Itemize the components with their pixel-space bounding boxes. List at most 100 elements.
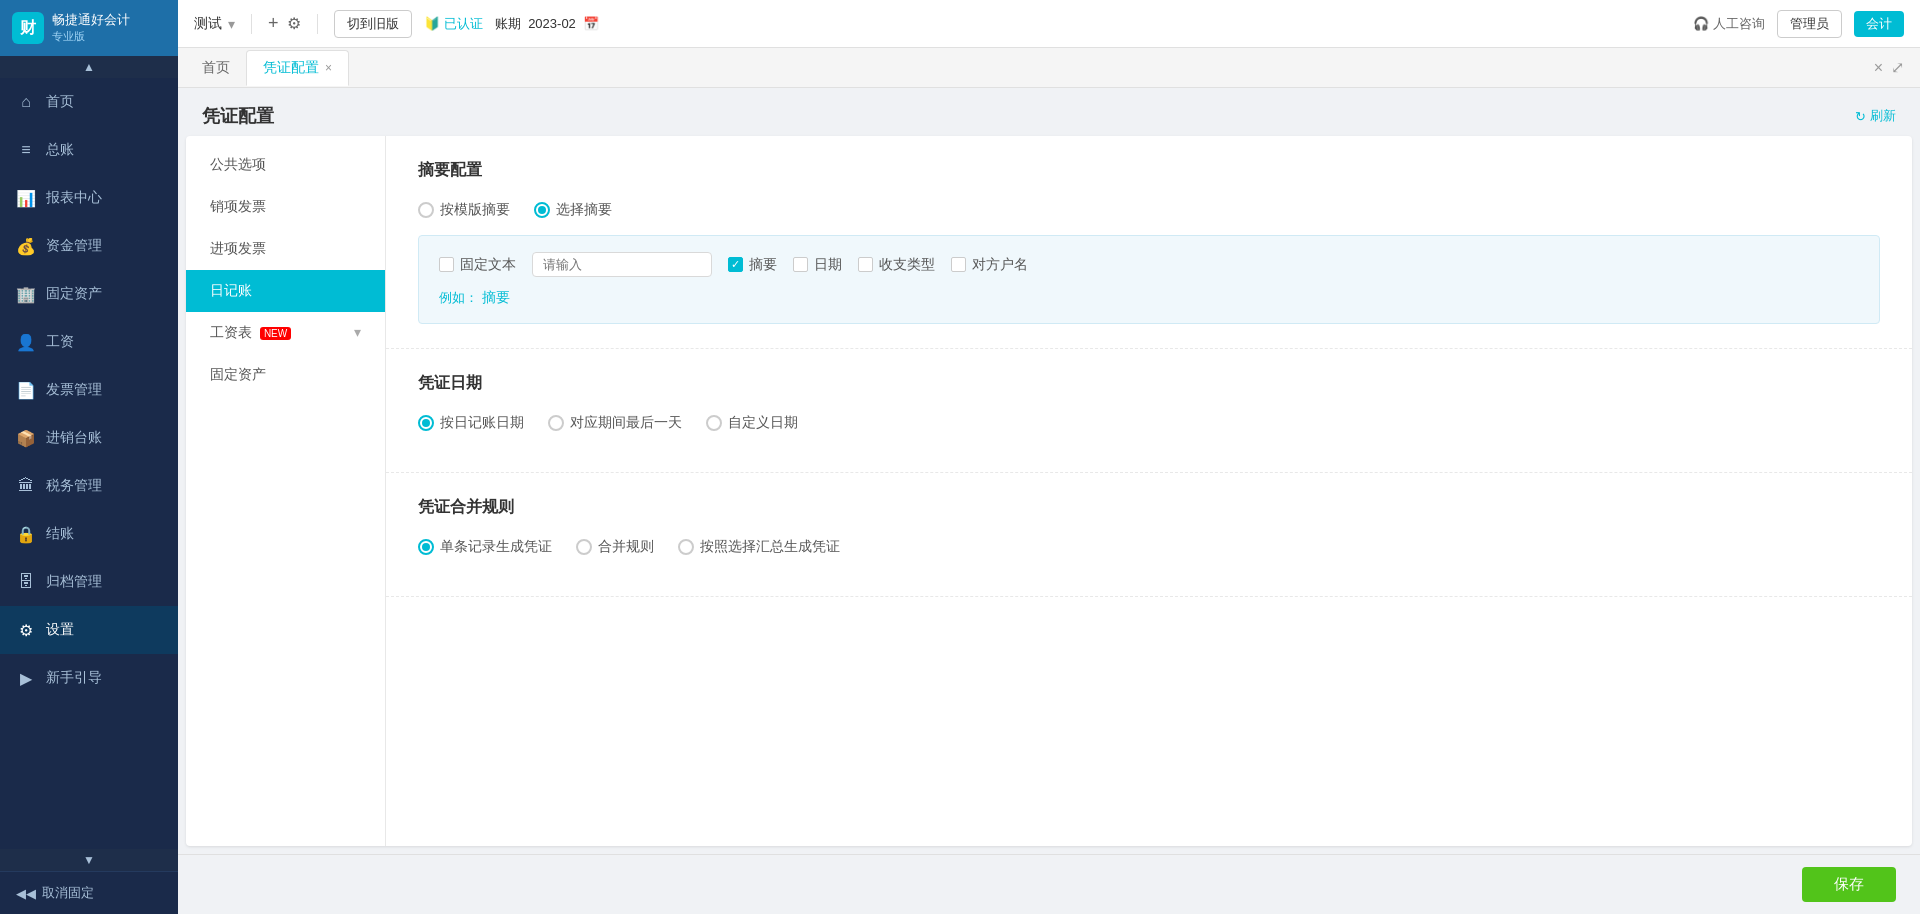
- certified-icon: 🔰: [424, 16, 440, 31]
- assets-icon: 🏢: [16, 284, 36, 304]
- checkbox-income-type[interactable]: 收支类型: [858, 256, 935, 274]
- leftnav-public[interactable]: 公共选项: [186, 144, 385, 186]
- reports-icon: 📊: [16, 188, 36, 208]
- date-radio-journal[interactable]: 按日记账日期: [418, 414, 524, 432]
- sidebar-item-assets[interactable]: 🏢 固定资产: [0, 270, 178, 318]
- topbar-right: 🎧 人工咨询 管理员 会计: [1693, 10, 1904, 38]
- switch-old-version-btn[interactable]: 切到旧版: [334, 10, 412, 38]
- sidebar-scroll-up[interactable]: ▲: [0, 56, 178, 78]
- logo-icon: 财: [12, 12, 44, 44]
- radio-rule-circle: [576, 539, 592, 555]
- page-title: 凭证配置: [202, 104, 274, 128]
- date-radio-period-last[interactable]: 对应期间最后一天: [548, 414, 682, 432]
- add-workspace-btn[interactable]: +: [268, 13, 279, 34]
- period-display: 账期 2023-02 📅: [495, 15, 600, 33]
- summary-radio-template[interactable]: 按模版摘要: [418, 201, 510, 219]
- merge-section: 凭证合并规则 单条记录生成凭证 合并规则 按照选择汇总生成凭证: [386, 473, 1912, 597]
- pin-icon: ◀◀: [16, 886, 36, 901]
- sidebar-item-settings[interactable]: ⚙ 设置: [0, 606, 178, 654]
- workspace-selector[interactable]: 测试 ▾: [194, 15, 235, 33]
- save-btn[interactable]: 保存: [1802, 867, 1896, 902]
- topbar-settings-btn[interactable]: ⚙: [287, 14, 301, 33]
- refresh-btn[interactable]: ↻ 刷新: [1855, 107, 1896, 125]
- tab-home[interactable]: 首页: [186, 51, 246, 85]
- sidebar: 财 畅捷通好会计 专业版 ▲ ⌂ 首页 ≡ 总账 📊 报表中心 💰 资金管理 🏢…: [0, 0, 178, 914]
- summary-config-row: 固定文本 摘要 日期: [439, 252, 1859, 277]
- leftnav-fixed-assets[interactable]: 固定资产: [186, 354, 385, 396]
- sidebar-item-archive[interactable]: 🗄 归档管理: [0, 558, 178, 606]
- help-btn[interactable]: 🎧 人工咨询: [1693, 15, 1765, 33]
- user-btn[interactable]: 管理员: [1777, 10, 1842, 38]
- left-nav: 公共选项 销项发票 进项发票 日记账 工资表 NEW ▾ 固定资产: [186, 136, 386, 846]
- checkbox-fixed-text-box: [439, 257, 454, 272]
- merge-radio-single[interactable]: 单条记录生成凭证: [418, 538, 552, 556]
- sidebar-item-reports[interactable]: 📊 报表中心: [0, 174, 178, 222]
- radio-select-summary-circle: [678, 539, 694, 555]
- radio-journal-circle: [418, 415, 434, 431]
- radio-period-last-circle: [548, 415, 564, 431]
- home-icon: ⌂: [16, 92, 36, 112]
- fullscreen-btn[interactable]: ⤢: [1891, 58, 1904, 77]
- merge-title: 凭证合并规则: [418, 497, 1880, 518]
- radio-single-circle: [418, 539, 434, 555]
- calendar-icon[interactable]: 📅: [583, 16, 599, 31]
- leftnav-sales-invoice[interactable]: 销项发票: [186, 186, 385, 228]
- logo-text: 畅捷通好会计: [52, 12, 130, 29]
- invoice-icon: 📄: [16, 380, 36, 400]
- leftnav-payroll[interactable]: 工资表 NEW ▾: [186, 312, 385, 354]
- workspace-dropdown-icon: ▾: [228, 16, 235, 32]
- checkbox-summary-box: [728, 257, 743, 272]
- close-tab-btn[interactable]: ×: [1874, 59, 1883, 77]
- payroll-arrow-icon: ▾: [354, 324, 361, 340]
- topbar-divider-1: [251, 14, 252, 34]
- sidebar-item-close[interactable]: 🔒 结账: [0, 510, 178, 558]
- ledger-icon: ≡: [16, 140, 36, 160]
- settings-icon: ⚙: [16, 620, 36, 640]
- leftnav-purchase-invoice[interactable]: 进项发票: [186, 228, 385, 270]
- refresh-icon: ↻: [1855, 109, 1866, 124]
- topbar-actions: + ⚙: [268, 13, 301, 34]
- summary-radio-select[interactable]: 选择摘要: [534, 201, 612, 219]
- cancel-fixed-btn[interactable]: ◀◀ 取消固定: [0, 871, 178, 914]
- role-btn[interactable]: 会计: [1854, 11, 1904, 37]
- page-header: 凭证配置 ↻ 刷新: [178, 88, 1920, 136]
- tab-voucher-config[interactable]: 凭证配置 ×: [246, 50, 349, 86]
- merge-radio-select-summary[interactable]: 按照选择汇总生成凭证: [678, 538, 840, 556]
- archive-icon: 🗄: [16, 572, 36, 592]
- sidebar-item-sales[interactable]: 📦 进销台账: [0, 414, 178, 462]
- checkbox-fixed-text[interactable]: 固定文本: [439, 256, 516, 274]
- sidebar-item-salary[interactable]: 👤 工资: [0, 318, 178, 366]
- merge-radio-rule[interactable]: 合并规则: [576, 538, 654, 556]
- sidebar-logo: 财 畅捷通好会计 专业版: [0, 0, 178, 56]
- checkbox-counterpart[interactable]: 对方户名: [951, 256, 1028, 274]
- fixed-text-input[interactable]: [532, 252, 712, 277]
- date-radio-group: 按日记账日期 对应期间最后一天 自定义日期: [418, 414, 1880, 432]
- inner-layout: 公共选项 销项发票 进项发票 日记账 工资表 NEW ▾ 固定资产: [186, 136, 1912, 846]
- right-content: 摘要配置 按模版摘要 选择摘要: [386, 136, 1912, 846]
- funds-icon: 💰: [16, 236, 36, 256]
- sidebar-item-home[interactable]: ⌂ 首页: [0, 78, 178, 126]
- checkbox-date[interactable]: 日期: [793, 256, 842, 274]
- content-tabs: 首页 凭证配置 × × ⤢: [178, 48, 1920, 88]
- topbar-divider-2: [317, 14, 318, 34]
- date-radio-custom[interactable]: 自定义日期: [706, 414, 798, 432]
- radio-custom-circle: [706, 415, 722, 431]
- workspace-name: 测试: [194, 15, 222, 33]
- sidebar-scroll-down[interactable]: ▼: [0, 849, 178, 871]
- tax-icon: 🏛: [16, 476, 36, 496]
- sidebar-item-tax[interactable]: 🏛 税务管理: [0, 462, 178, 510]
- leftnav-journal[interactable]: 日记账: [186, 270, 385, 312]
- checkbox-summary[interactable]: 摘要: [728, 256, 777, 274]
- certified-status: 🔰 已认证: [424, 15, 483, 33]
- sidebar-item-invoice[interactable]: 📄 发票管理: [0, 366, 178, 414]
- sidebar-item-ledger[interactable]: ≡ 总账: [0, 126, 178, 174]
- sidebar-item-funds[interactable]: 💰 资金管理: [0, 222, 178, 270]
- logo-sub: 专业版: [52, 29, 130, 44]
- radio-select-circle: [534, 202, 550, 218]
- checkbox-income-type-box: [858, 257, 873, 272]
- new-badge: NEW: [260, 327, 291, 340]
- main-area: 测试 ▾ + ⚙ 切到旧版 🔰 已认证 账期 2023-02 📅 🎧 人工咨询 …: [178, 0, 1920, 914]
- tab-close-btn[interactable]: ×: [325, 61, 332, 75]
- bottom-spacer: [386, 597, 1912, 697]
- sidebar-item-guide[interactable]: ▶ 新手引导: [0, 654, 178, 702]
